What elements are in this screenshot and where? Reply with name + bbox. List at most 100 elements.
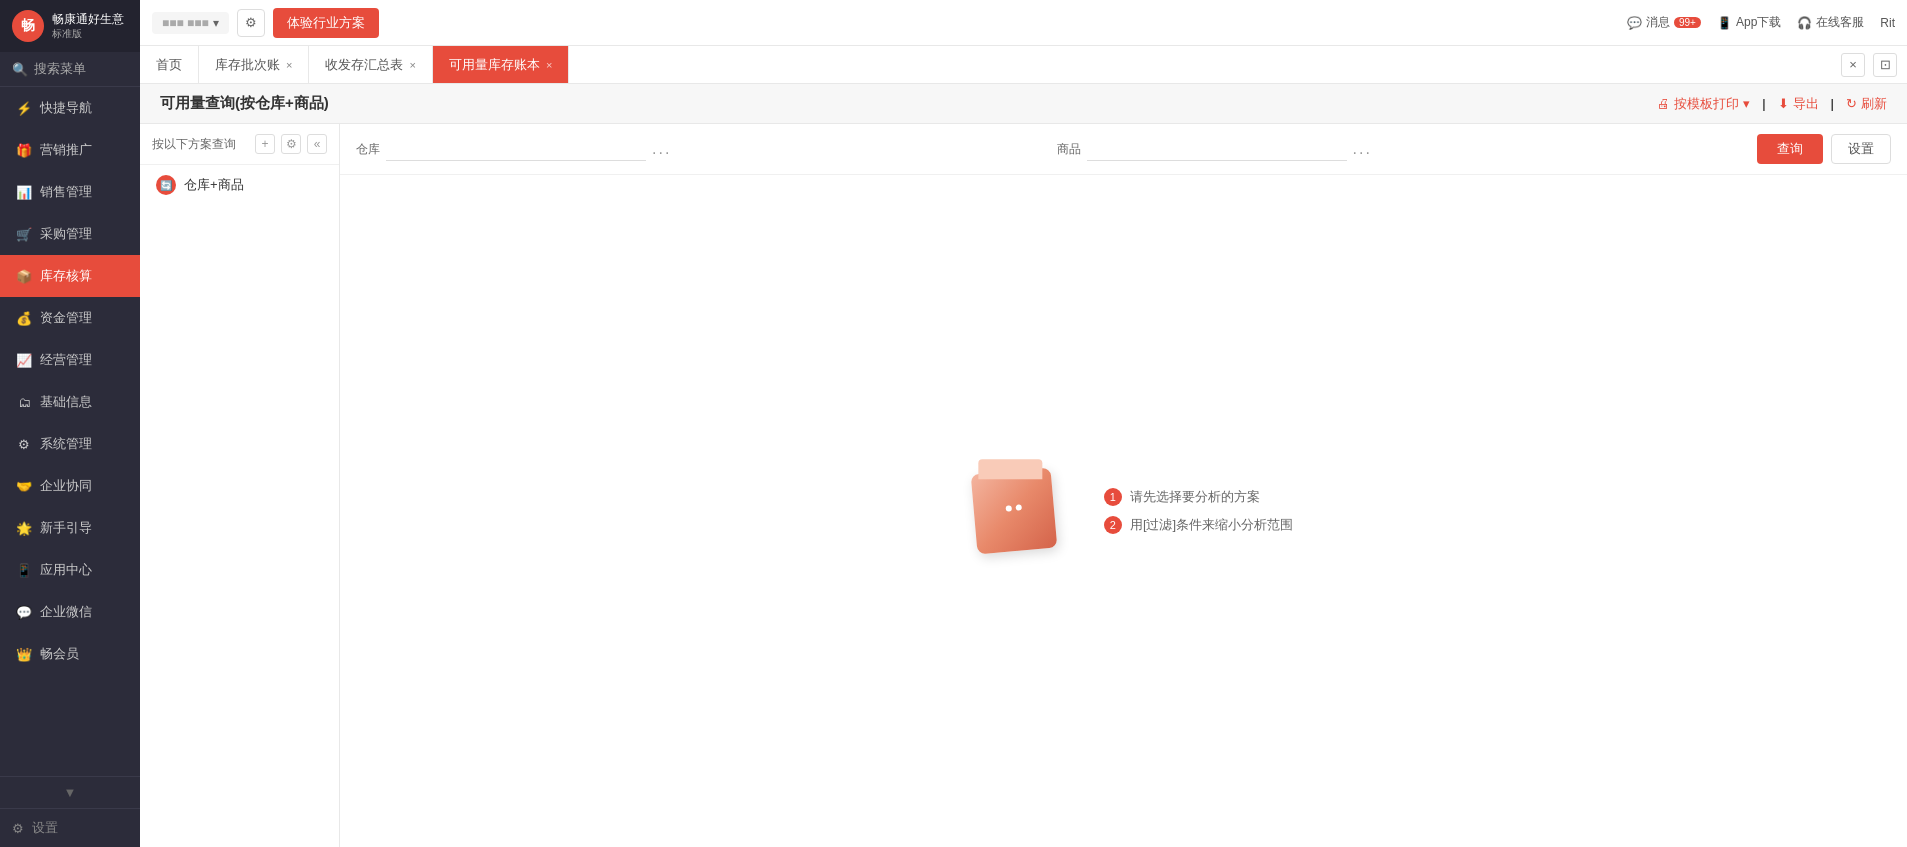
refresh-btn[interactable]: ↻ 刷新 [1846, 95, 1887, 113]
sidebar-item-8[interactable]: 🗂 基础信息 [0, 381, 140, 423]
sidebar-item-12[interactable]: 📱 应用中心 [0, 549, 140, 591]
nav-icon-13: 💬 [16, 605, 32, 620]
sidebar-item-13[interactable]: 💬 企业微信 [0, 591, 140, 633]
warehouse-more-btn[interactable]: ... [652, 140, 671, 158]
empty-box-icon [971, 468, 1058, 555]
nav-icon-14: 👑 [16, 647, 32, 662]
sidebar-scroll-down[interactable]: ▼ [0, 776, 140, 808]
sidebar-item-14[interactable]: 👑 畅会员 [0, 633, 140, 675]
goods-more-btn[interactable]: ... [1353, 140, 1372, 158]
service-icon: 🎧 [1797, 16, 1812, 30]
tab-batch-ledger[interactable]: 库存批次账 × [199, 46, 309, 84]
tab-home[interactable]: 首页 [140, 46, 199, 84]
collapse-panel-btn[interactable]: « [307, 134, 327, 154]
restore-tab-btn[interactable]: ⊡ [1873, 53, 1897, 77]
refresh-icon: ↻ [1846, 96, 1857, 111]
settings-scheme-btn[interactable]: ⚙ [281, 134, 301, 154]
print-btn[interactable]: 🖨 按模板打印 ▾ [1657, 95, 1750, 113]
online-service-label: 在线客服 [1816, 14, 1864, 31]
tab-available-stock-label: 可用量库存账本 [449, 46, 540, 84]
nav-label-13: 企业微信 [40, 603, 92, 621]
close-tab-btn[interactable]: × [1841, 53, 1865, 77]
topbar-actions: 💬 消息 99+ 📱 App下载 🎧 在线客服 Rit [1627, 14, 1895, 31]
tip-num-2: 2 [1104, 516, 1122, 534]
nav-label-10: 企业协同 [40, 477, 92, 495]
tab-available-stock[interactable]: 可用量库存账本 × [433, 46, 569, 84]
sidebar-item-4[interactable]: 🛒 采购管理 [0, 213, 140, 255]
empty-state: 1 请先选择要分析的方案 2 用[过滤]条件来缩小分析范围 [340, 175, 1907, 847]
add-scheme-btn[interactable]: + [255, 134, 275, 154]
message-icon: 💬 [1627, 16, 1642, 30]
sidebar-item-5[interactable]: 📦 库存核算 [0, 255, 140, 297]
nav-icon-10: 🤝 [16, 479, 32, 494]
content-area: 按以下方案查询 + ⚙ « 🔄 仓库+商品 仓库 ... [140, 124, 1907, 847]
nav-label-8: 基础信息 [40, 393, 92, 411]
export-icon: ⬇ [1778, 96, 1789, 111]
message-btn[interactable]: 💬 消息 99+ [1627, 14, 1701, 31]
empty-tip-1: 1 请先选择要分析的方案 [1104, 488, 1293, 506]
tip-text-2: 用[过滤]条件来缩小分析范围 [1130, 516, 1293, 534]
tab-summary[interactable]: 收发存汇总表 × [309, 46, 432, 84]
sidebar-item-6[interactable]: 💰 资金管理 [0, 297, 140, 339]
tab-summary-close[interactable]: × [409, 46, 415, 84]
app-logo-icon: 畅 [12, 10, 44, 42]
app-download-label: App下载 [1736, 14, 1781, 31]
tip-text-1: 请先选择要分析的方案 [1130, 488, 1260, 506]
sidebar-item-1[interactable]: ⚡ 快捷导航 [0, 87, 140, 129]
tab-batch-ledger-close[interactable]: × [286, 46, 292, 84]
nav-label-11: 新手引导 [40, 519, 92, 537]
sidebar-item-3[interactable]: 📊 销售管理 [0, 171, 140, 213]
nav-icon-4: 🛒 [16, 227, 32, 242]
goods-filter-input[interactable] [1087, 137, 1347, 161]
export-btn[interactable]: ⬇ 导出 [1778, 95, 1819, 113]
filter-settings-btn[interactable]: 设置 [1831, 134, 1891, 164]
nav-label-12: 应用中心 [40, 561, 92, 579]
nav-label-9: 系统管理 [40, 435, 92, 453]
sidebar-item-7[interactable]: 📈 经营管理 [0, 339, 140, 381]
nav-icon-8: 🗂 [16, 395, 32, 410]
query-btn[interactable]: 查询 [1757, 134, 1823, 164]
separator-1: | [1762, 96, 1765, 111]
tab-summary-label: 收发存汇总表 [325, 46, 403, 84]
search-menu-item[interactable]: 🔍 搜索菜单 [0, 52, 140, 87]
message-label: 消息 [1646, 14, 1670, 31]
empty-eye-right [1015, 504, 1022, 511]
warehouse-filter-input[interactable] [386, 137, 646, 161]
app-edition: 标准版 [52, 27, 124, 41]
empty-tip-2: 2 用[过滤]条件来缩小分析范围 [1104, 516, 1293, 534]
empty-illustration [954, 451, 1074, 571]
goods-filter-group: 商品 ... [1057, 137, 1746, 161]
scheme-item-warehouse-goods[interactable]: 🔄 仓库+商品 [140, 165, 339, 205]
app-download-btn[interactable]: 📱 App下载 [1717, 14, 1781, 31]
online-service-btn[interactable]: 🎧 在线客服 [1797, 14, 1864, 31]
nav-icon-12: 📱 [16, 563, 32, 578]
user-name: Rit [1880, 16, 1895, 30]
sidebar-bottom-label: 设置 [32, 819, 58, 837]
left-panel: 按以下方案查询 + ⚙ « 🔄 仓库+商品 [140, 124, 340, 847]
user-info[interactable]: Rit [1880, 16, 1895, 30]
filter-bar: 仓库 ... 商品 ... 查询 设置 [340, 124, 1907, 175]
sidebar-item-2[interactable]: 🎁 营销推广 [0, 129, 140, 171]
nav-label-5: 库存核算 [40, 267, 92, 285]
tip-num-1: 1 [1104, 488, 1122, 506]
right-panel: 仓库 ... 商品 ... 查询 设置 [340, 124, 1907, 847]
sidebar-item-9[interactable]: ⚙ 系统管理 [0, 423, 140, 465]
industry-btn[interactable]: 体验行业方案 [273, 8, 379, 38]
sidebar-nav: ⚡ 快捷导航 🎁 营销推广 📊 销售管理 🛒 采购管理 📦 库存核算 💰 资金管… [0, 87, 140, 776]
breadcrumb-text: ■■■ ■■■ [162, 16, 209, 30]
print-icon: 🖨 [1657, 96, 1670, 111]
nav-label-1: 快捷导航 [40, 99, 92, 117]
page-header-actions: 🖨 按模板打印 ▾ | ⬇ 导出 | ↻ 刷新 [1657, 95, 1887, 113]
left-panel-header: 按以下方案查询 + ⚙ « [140, 124, 339, 165]
topbar: ■■■ ■■■ ▾ ⚙ 体验行业方案 💬 消息 99+ 📱 App下载 🎧 在线… [140, 0, 1907, 46]
sidebar-item-11[interactable]: 🌟 新手引导 [0, 507, 140, 549]
page-header: 可用量查询(按仓库+商品) 🖨 按模板打印 ▾ | ⬇ 导出 | ↻ 刷新 [140, 84, 1907, 124]
nav-icon-11: 🌟 [16, 521, 32, 536]
nav-icon-6: 💰 [16, 311, 32, 326]
sidebar-item-10[interactable]: 🤝 企业协同 [0, 465, 140, 507]
gear-button[interactable]: ⚙ [237, 9, 265, 37]
main-area: ■■■ ■■■ ▾ ⚙ 体验行业方案 💬 消息 99+ 📱 App下载 🎧 在线… [140, 0, 1907, 847]
tab-available-stock-close[interactable]: × [546, 46, 552, 84]
sidebar-bottom[interactable]: ⚙ 设置 [0, 808, 140, 847]
empty-tips: 1 请先选择要分析的方案 2 用[过滤]条件来缩小分析范围 [1104, 488, 1293, 534]
